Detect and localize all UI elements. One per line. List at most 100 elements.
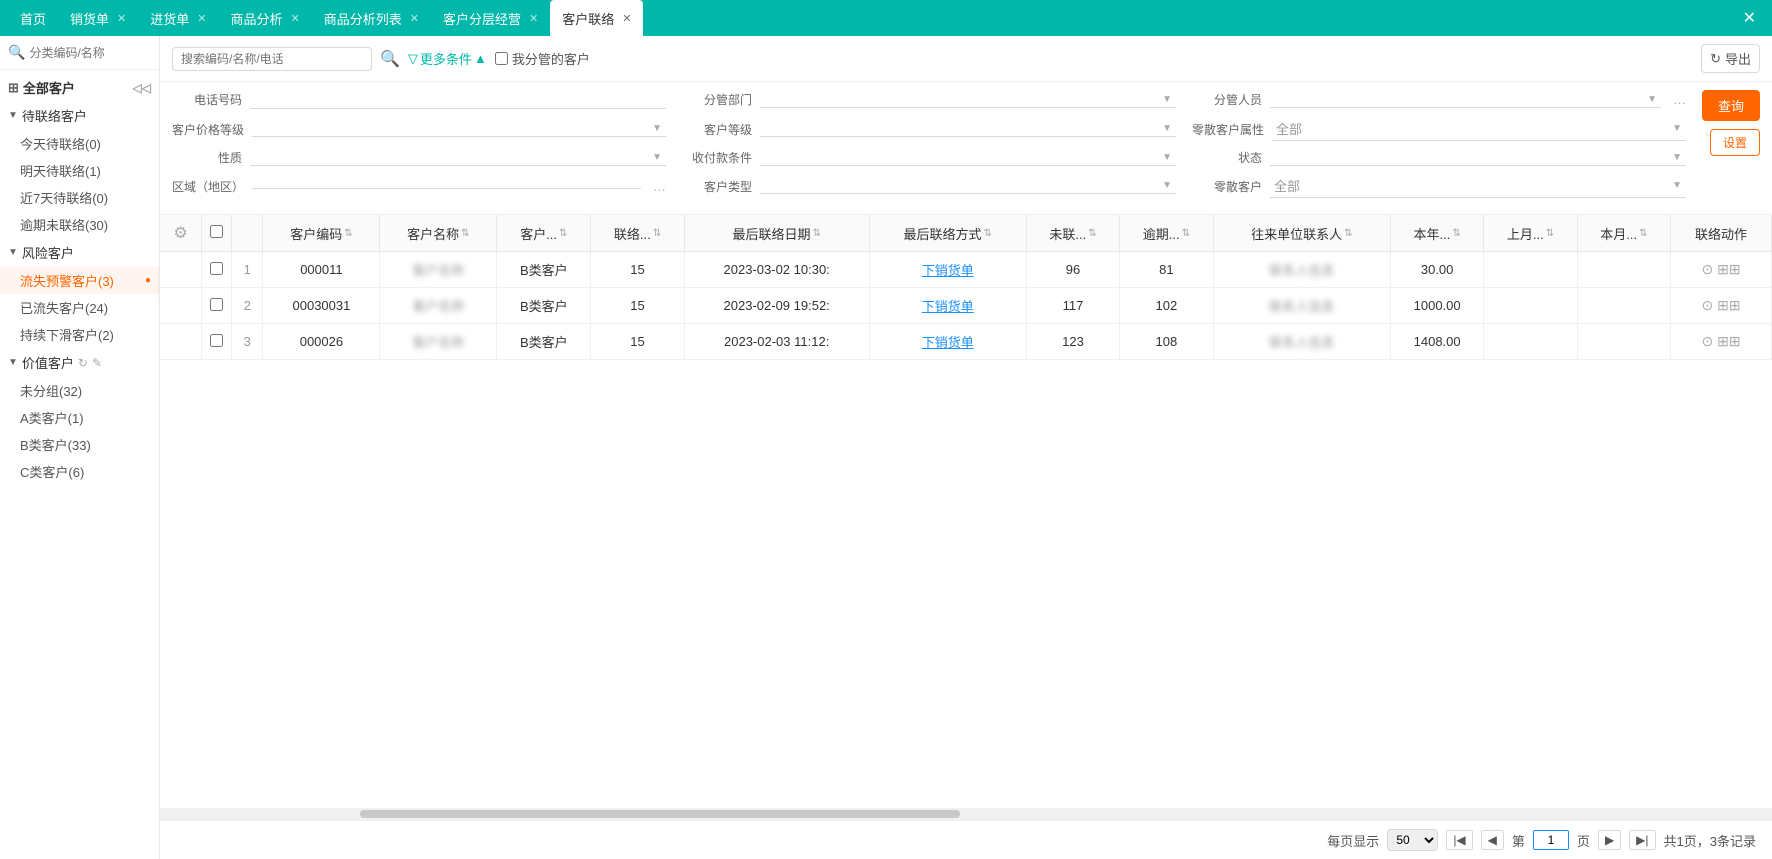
th-settings[interactable]: ⚙	[160, 215, 202, 252]
filter-price-tier-select[interactable]: ▼	[252, 121, 666, 137]
action-contact-icon-1[interactable]: ⊙	[1701, 297, 1713, 314]
filter-region-more[interactable]: …	[653, 179, 666, 194]
tab-sales-close[interactable]: ✕	[117, 12, 126, 25]
th-last-month[interactable]: 上月...⇅	[1484, 215, 1577, 252]
filter-person-more[interactable]: …	[1673, 92, 1686, 107]
search-button[interactable]: 🔍	[380, 49, 400, 69]
filter-phone-label: 电话号码	[172, 91, 242, 108]
tab-product-analysis-list-close[interactable]: ✕	[410, 12, 419, 25]
more-conditions-button[interactable]: ▽ 更多条件 ▲	[408, 49, 487, 68]
search-input[interactable]	[172, 47, 372, 71]
sidebar-collapse-button[interactable]: ◁◁	[133, 81, 151, 95]
cell-last-method-1[interactable]: 下销货单	[869, 288, 1026, 324]
th-last-contact-date[interactable]: 最后联络日期⇅	[684, 215, 869, 252]
th-unit-contact[interactable]: 往来单位联系人⇅	[1213, 215, 1390, 252]
scroll-thumb[interactable]	[360, 810, 960, 818]
tab-customer-contact-close[interactable]: ✕	[622, 12, 631, 25]
th-checkbox[interactable]	[202, 215, 232, 252]
settings-gear-icon[interactable]: ⚙	[173, 225, 187, 242]
th-customer-name[interactable]: 客户名称⇅	[380, 215, 497, 252]
value-customers-refresh-icon[interactable]: ↻	[78, 356, 88, 370]
filter-nature-select[interactable]: ▼	[250, 150, 666, 166]
cell-last-method-2[interactable]: 下销货单	[869, 324, 1026, 360]
filter-scattered-attr-select[interactable]: 全部 ▼	[1272, 117, 1686, 141]
tab-purchase-close[interactable]: ✕	[197, 12, 206, 25]
cell-contact-1: 15	[591, 288, 684, 324]
value-customers-edit-icon[interactable]: ✎	[92, 356, 102, 370]
sidebar-item-tomorrow[interactable]: 明天待联络(1)	[0, 157, 159, 184]
sidebar-item-today[interactable]: 今天待联络(0)	[0, 130, 159, 157]
th-this-month[interactable]: 本月...⇅	[1577, 215, 1670, 252]
query-button[interactable]: 查询	[1702, 90, 1760, 121]
cell-checkbox-2[interactable]	[202, 324, 232, 360]
action-contact-icon-0[interactable]: ⊙	[1701, 261, 1713, 278]
filter-region-select[interactable]	[252, 184, 641, 189]
sidebar-item-class-b[interactable]: B类客户(33)	[0, 431, 159, 458]
filter-payment-select[interactable]: ▼	[760, 150, 1176, 166]
select-all-checkbox[interactable]	[210, 225, 223, 238]
filter-phone-input[interactable]	[250, 90, 666, 109]
tab-customer-tier[interactable]: 客户分层经营 ✕	[431, 0, 550, 36]
horizontal-scrollbar[interactable]	[160, 808, 1772, 820]
tab-product-analysis-close[interactable]: ✕	[291, 12, 300, 25]
th-customer-code[interactable]: 客户编码⇅	[263, 215, 380, 252]
filter-status-select[interactable]: ▼	[1270, 150, 1686, 166]
sidebar-all-customers[interactable]: ⊞ 全部客户 ◁◁	[0, 70, 159, 101]
tab-customer-contact-label: 客户联络	[562, 9, 614, 28]
filter-scattered-select[interactable]: 全部 ▼	[1270, 174, 1686, 198]
filter-settings-button[interactable]: 设置	[1710, 129, 1760, 156]
th-customer-type[interactable]: 客户...⇅	[497, 215, 591, 252]
page-input[interactable]	[1533, 830, 1569, 850]
filter-payment-label: 收付款条件	[682, 149, 752, 166]
customer-table: ⚙ 客户编码⇅ 客户名称⇅ 客户...⇅ 联络...⇅	[160, 215, 1772, 360]
sidebar-item-ungrouped[interactable]: 未分组(32)	[0, 377, 159, 404]
my-customer-filter[interactable]: 我分管的客户	[495, 49, 590, 68]
first-page-button[interactable]: |◀	[1446, 830, 1472, 850]
sidebar-group-value-customers[interactable]: ▼ 价值客户 ↻ ✎	[0, 348, 159, 377]
th-uncontacted[interactable]: 未联...⇅	[1026, 215, 1119, 252]
filter-person-select[interactable]: ▼	[1270, 92, 1661, 108]
last-page-button[interactable]: ▶|	[1629, 830, 1655, 850]
cell-checkbox-0[interactable]	[202, 252, 232, 288]
sidebar-group-pending-contact[interactable]: ▼ 待联络客户	[0, 101, 159, 130]
cell-name-0: 客户名称	[380, 252, 497, 288]
th-this-year[interactable]: 本年...⇅	[1390, 215, 1483, 252]
export-button[interactable]: ↻ 导出	[1701, 44, 1760, 73]
th-last-contact-method[interactable]: 最后联络方式⇅	[869, 215, 1026, 252]
sidebar-item-week[interactable]: 近7天待联络(0)	[0, 184, 159, 211]
action-more-icon-2[interactable]: ⊞⊞	[1717, 333, 1740, 350]
sidebar-item-churned[interactable]: 已流失客户(24)	[0, 294, 159, 321]
sidebar-item-overdue-uncontacted[interactable]: 逾期未联络(30)	[0, 211, 159, 238]
action-more-icon-1[interactable]: ⊞⊞	[1717, 297, 1740, 314]
sidebar-group-at-risk[interactable]: ▼ 风险客户	[0, 238, 159, 267]
sidebar-search-input[interactable]	[29, 46, 160, 60]
cell-type-2: B类客户	[497, 324, 591, 360]
th-overdue[interactable]: 逾期...⇅	[1120, 215, 1213, 252]
filter-payment-arrow: ▼	[1162, 152, 1172, 163]
filter-customer-type-select[interactable]: ▼	[760, 178, 1176, 194]
tab-product-analysis-list[interactable]: 商品分析列表 ✕	[312, 0, 431, 36]
next-page-button[interactable]: ▶	[1598, 830, 1621, 850]
per-page-select[interactable]: 50 20 100	[1387, 829, 1438, 851]
cell-checkbox-1[interactable]	[202, 288, 232, 324]
th-contact[interactable]: 联络...⇅	[591, 215, 684, 252]
action-more-icon-0[interactable]: ⊞⊞	[1717, 261, 1740, 278]
filter-person-label: 分管人员	[1192, 91, 1262, 108]
sidebar-item-class-c[interactable]: C类客户(6)	[0, 458, 159, 485]
tab-customer-contact[interactable]: 客户联络 ✕	[550, 0, 643, 36]
filter-customer-tier-select[interactable]: ▼	[760, 121, 1176, 137]
sidebar-item-churn-risk[interactable]: 流失预警客户(3) ● 90天未交易的客户，可能有流失风险。	[0, 267, 159, 294]
cell-last-method-0[interactable]: 下销货单	[869, 252, 1026, 288]
action-contact-icon-2[interactable]: ⊙	[1701, 333, 1713, 350]
tab-home[interactable]: 首页	[8, 0, 58, 36]
filter-department-select[interactable]: ▼	[760, 92, 1176, 108]
tab-sales[interactable]: 销货单 ✕	[58, 0, 138, 36]
prev-page-button[interactable]: ◀	[1481, 830, 1504, 850]
window-close-icon[interactable]: ✕	[1735, 8, 1764, 28]
sidebar-item-class-a[interactable]: A类客户(1)	[0, 404, 159, 431]
my-customer-checkbox[interactable]	[495, 52, 508, 65]
sidebar-item-persistent-down[interactable]: 持续下滑客户(2)	[0, 321, 159, 348]
tab-purchase[interactable]: 进货单 ✕	[138, 0, 218, 36]
tab-product-analysis[interactable]: 商品分析 ✕	[218, 0, 311, 36]
tab-customer-tier-close[interactable]: ✕	[529, 12, 538, 25]
